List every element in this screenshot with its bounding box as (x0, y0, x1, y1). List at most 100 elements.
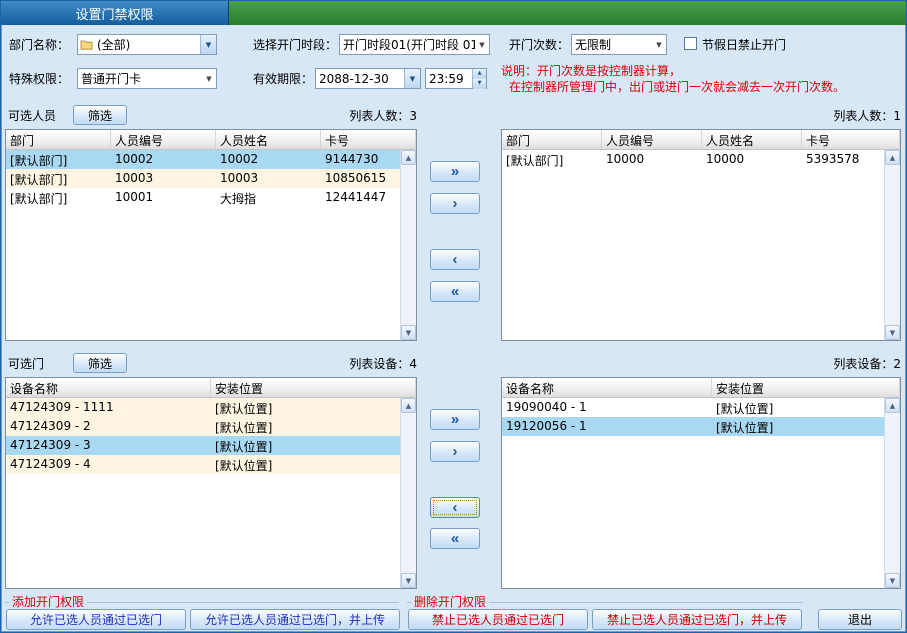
scroll-up-icon[interactable]: ▲ (885, 150, 900, 165)
doors-selected-table: 设备名称 安装位置 19090040 - 1 [默认位置] 19120056 -… (501, 377, 901, 589)
note-line1: 说明：开门次数是按控制器计算， (501, 64, 681, 78)
table-row[interactable]: [默认部门] 10002 10002 9144730 (6, 150, 400, 169)
personnel-move-left-button[interactable]: ‹ (430, 249, 480, 270)
cell-location: [默认位置] (211, 398, 400, 417)
spin-down-icon[interactable]: ▼ (473, 79, 486, 89)
scroll-down-icon[interactable]: ▼ (401, 325, 416, 340)
cell-name: 大拇指 (216, 188, 321, 207)
cell-location: [默认位置] (211, 436, 400, 455)
cell-location: [默认位置] (211, 417, 400, 436)
add-group-label: 添加开门权限 (9, 595, 87, 609)
table-row[interactable]: 47124309 - 4 [默认位置] (6, 455, 400, 474)
column-header-location[interactable]: 安装位置 (712, 378, 900, 397)
cell-device: 47124309 - 1111 (6, 398, 211, 417)
chevron-down-icon[interactable]: ▼ (404, 69, 420, 88)
doors-move-left-button[interactable]: ‹ (430, 497, 480, 518)
vertical-scrollbar[interactable]: ▲ ▼ (884, 150, 900, 340)
column-header-card[interactable]: 卡号 (802, 130, 900, 149)
column-header-device[interactable]: 设备名称 (502, 378, 712, 397)
window-title-tab: 设置门禁权限 (1, 1, 229, 25)
remove-group-label: 删除开门权限 (411, 595, 489, 609)
table-row[interactable]: 19090040 - 1 [默认位置] (502, 398, 884, 417)
personnel-filter-button[interactable]: 筛选 (73, 105, 127, 125)
count-combobox[interactable]: 无限制 ▼ (571, 34, 667, 55)
personnel-move-all-left-button[interactable]: « (430, 281, 480, 302)
cell-name: 10003 (216, 169, 321, 188)
allow-selected-button[interactable]: 允许已选人员通过已选门 (6, 609, 186, 630)
deny-selected-button[interactable]: 禁止已选人员通过已选门 (408, 609, 588, 630)
column-header-dept[interactable]: 部门 (502, 130, 602, 149)
allow-selected-upload-button[interactable]: 允许已选人员通过已选门，并上传 (190, 609, 400, 630)
column-header-dept[interactable]: 部门 (6, 130, 111, 149)
titlebar: 设置门禁权限 (1, 1, 906, 25)
validity-date-picker[interactable]: 2088-12-30 ▼ (315, 68, 421, 89)
chevron-down-icon[interactable]: ▼ (200, 35, 216, 54)
scroll-up-icon[interactable]: ▲ (885, 398, 900, 413)
deny-selected-upload-button[interactable]: 禁止已选人员通过已选门，并上传 (592, 609, 802, 630)
spin-up-icon[interactable]: ▲ (473, 69, 486, 79)
cell-device: 47124309 - 4 (6, 455, 211, 474)
doors-move-all-right-button[interactable]: » (430, 409, 480, 430)
doors-section-label: 可选门 (8, 357, 44, 371)
scroll-up-icon[interactable]: ▲ (401, 150, 416, 165)
time-spin-buttons: ▲ ▼ (472, 69, 486, 88)
validity-label: 有效期限： (253, 72, 313, 86)
cell-location: [默认位置] (712, 398, 884, 417)
personnel-move-all-right-button[interactable]: » (430, 161, 480, 182)
cell-location: [默认位置] (211, 455, 400, 474)
doors-left-count: 列表设备：4 (301, 357, 417, 371)
cell-id: 10002 (111, 150, 216, 169)
scroll-up-icon[interactable]: ▲ (401, 398, 416, 413)
personnel-left-count: 列表人数：3 (301, 109, 417, 123)
table-body: 19090040 - 1 [默认位置] 19120056 - 1 [默认位置] (502, 398, 884, 588)
cell-card: 12441447 (321, 188, 400, 207)
column-header-location[interactable]: 安装位置 (211, 378, 416, 397)
cell-device: 19090040 - 1 (502, 398, 712, 417)
table-row[interactable]: [默认部门] 10000 10000 5393578 (502, 150, 884, 169)
chevron-down-icon[interactable]: ▼ (202, 75, 216, 83)
vertical-scrollbar[interactable]: ▲ ▼ (400, 398, 416, 588)
scroll-down-icon[interactable]: ▼ (885, 325, 900, 340)
period-value: 开门时段01(开门时段 01) (340, 36, 475, 53)
doors-move-right-button[interactable]: › (430, 441, 480, 462)
table-row[interactable]: [默认部门] 10003 10003 10850615 (6, 169, 400, 188)
table-body: 47124309 - 1111 [默认位置] 47124309 - 2 [默认位… (6, 398, 400, 588)
period-combobox[interactable]: 开门时段01(开门时段 01) ▼ (339, 34, 490, 55)
table-row[interactable]: [默认部门] 10001 大拇指 12441447 (6, 188, 400, 207)
folder-icon (78, 39, 94, 50)
scroll-down-icon[interactable]: ▼ (401, 573, 416, 588)
doors-filter-button[interactable]: 筛选 (73, 353, 127, 373)
holiday-checkbox[interactable] (684, 37, 697, 50)
table-body: [默认部门] 10002 10002 9144730 [默认部门] 10003 … (6, 150, 400, 340)
cell-location: [默认位置] (712, 417, 884, 436)
column-header-name[interactable]: 人员姓名 (702, 130, 802, 149)
validity-time-spinner[interactable]: 23:59 ▲ ▼ (425, 68, 487, 89)
dept-combobox[interactable]: (全部) ▼ (77, 34, 217, 55)
vertical-scrollbar[interactable]: ▲ ▼ (884, 398, 900, 588)
table-row[interactable]: 47124309 - 1111 [默认位置] (6, 398, 400, 417)
column-header-id[interactable]: 人员编号 (111, 130, 216, 149)
access-permission-window: 设置门禁权限 部门名称： (全部) ▼ 选择开门时段： 开门时段01(开门时段 … (0, 0, 907, 633)
special-label: 特殊权限： (9, 72, 69, 86)
column-header-card[interactable]: 卡号 (321, 130, 416, 149)
column-header-device[interactable]: 设备名称 (6, 378, 211, 397)
dept-label: 部门名称： (9, 38, 69, 52)
exit-button[interactable]: 退出 (818, 609, 902, 630)
table-row[interactable]: 47124309 - 3 [默认位置] (6, 436, 400, 455)
column-header-name[interactable]: 人员姓名 (216, 130, 321, 149)
chevron-down-icon[interactable]: ▼ (652, 41, 666, 49)
vertical-scrollbar[interactable]: ▲ ▼ (400, 150, 416, 340)
column-header-id[interactable]: 人员编号 (602, 130, 702, 149)
table-row[interactable]: 19120056 - 1 [默认位置] (502, 417, 884, 436)
cell-card: 9144730 (321, 150, 400, 169)
special-combobox[interactable]: 普通开门卡 ▼ (77, 68, 217, 89)
personnel-move-right-button[interactable]: › (430, 193, 480, 214)
scroll-down-icon[interactable]: ▼ (885, 573, 900, 588)
table-header: 设备名称 安装位置 (6, 378, 416, 398)
window-title: 设置门禁权限 (75, 4, 153, 23)
doors-move-all-left-button[interactable]: « (430, 528, 480, 549)
table-row[interactable]: 47124309 - 2 [默认位置] (6, 417, 400, 436)
cell-id: 10001 (111, 188, 216, 207)
chevron-down-icon[interactable]: ▼ (475, 41, 489, 49)
cell-device: 47124309 - 2 (6, 417, 211, 436)
